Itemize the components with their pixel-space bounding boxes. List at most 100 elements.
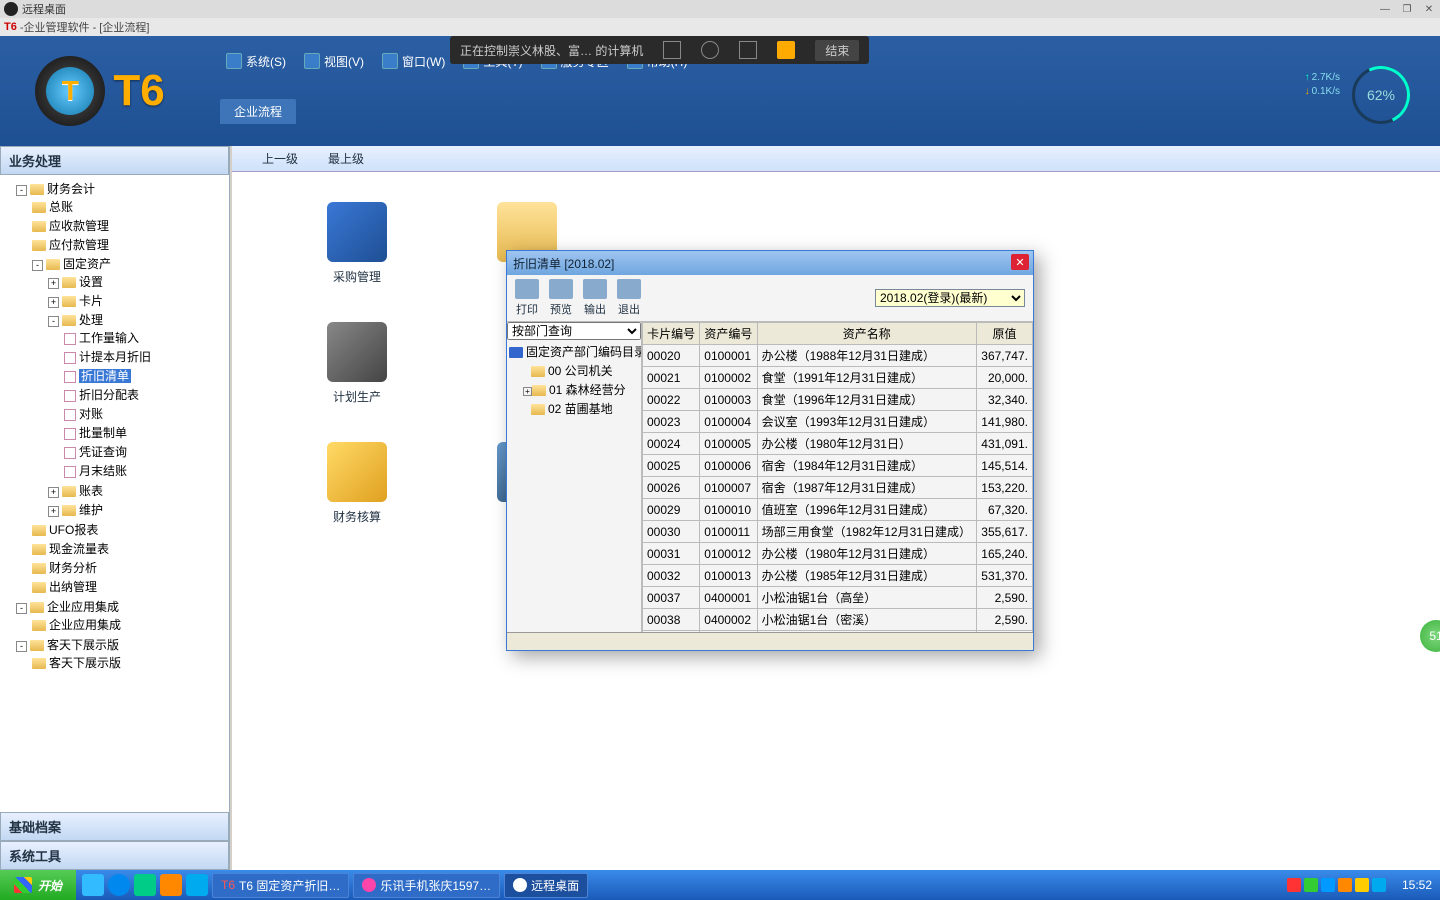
table-row[interactable]: 000370400001小松油锯1台（高垒）2,590.	[643, 587, 1033, 609]
sidebar-head-base[interactable]: 基础档案	[0, 812, 229, 841]
tray-icon[interactable]	[1304, 878, 1318, 892]
shortcut-production[interactable]: 计划生产	[312, 322, 402, 405]
node-recon[interactable]: 对账	[64, 404, 229, 423]
node-batch[interactable]: 批量制单	[64, 423, 229, 442]
logo-icon: T	[46, 67, 94, 115]
table-row[interactable]: 000200100001办公楼（1988年12月31日建成）367,747.	[643, 345, 1033, 367]
shortcut-purchase[interactable]: 采购管理	[312, 202, 402, 285]
col-asset[interactable]: 资产编号	[700, 323, 757, 345]
maximize-icon[interactable]: ❐	[1398, 2, 1416, 16]
node-calc-dep[interactable]: 计提本月折旧	[64, 347, 229, 366]
table-row[interactable]: 000210100002食堂（1991年12月31日建成）20,000.	[643, 367, 1033, 389]
export-button[interactable]: 输出	[583, 279, 607, 317]
quick-launch-3[interactable]	[134, 874, 156, 896]
node-dep-alloc[interactable]: 折旧分配表	[64, 385, 229, 404]
close-icon[interactable]: ✕	[1420, 2, 1438, 16]
node-finanalysis[interactable]: 财务分析	[32, 558, 229, 577]
node-finacc[interactable]: -财务会计 总账 应收款管理 应付款管理 -固定资产 +设置 +卡片 -处理 工…	[16, 179, 229, 597]
tray-icon[interactable]	[1287, 878, 1301, 892]
monitor-icon	[226, 53, 242, 69]
end-session-button[interactable]: 结束	[815, 40, 859, 61]
crumb-up[interactable]: 上一级	[262, 150, 298, 167]
crumb-top[interactable]: 最上级	[328, 150, 364, 167]
tray-icon[interactable]	[1372, 878, 1386, 892]
node-cashflow[interactable]: 现金流量表	[32, 539, 229, 558]
node-fa-cards[interactable]: +卡片	[48, 291, 229, 310]
sidebar-head-biz[interactable]: 业务处理	[0, 146, 229, 175]
sidebar-head-sys[interactable]: 系统工具	[0, 841, 229, 870]
node-fa-process[interactable]: -处理 工作量输入 计提本月折旧 折旧清单 折旧分配表 对账 批量制单 凭证查询	[48, 310, 229, 481]
volume-icon[interactable]	[701, 41, 719, 59]
tab-enterprise-flow[interactable]: 企业流程	[220, 99, 296, 124]
node-demo-child[interactable]: 客天下展示版	[32, 653, 229, 672]
node-month-close[interactable]: 月末结账	[64, 461, 229, 480]
table-row[interactable]: 000290100010值班室（1996年12月31日建成）67,320.	[643, 499, 1033, 521]
col-orig[interactable]: 原值	[977, 323, 1033, 345]
node-demo[interactable]: -客天下展示版 客天下展示版	[16, 635, 229, 673]
dialog-left-panel: 按部门查询 固定资产部门编码目录 00 公司机关 +01 森林经营分 02 苗圃…	[507, 322, 642, 632]
quick-launch-1[interactable]	[82, 874, 104, 896]
task-t6[interactable]: T6T6 固定资产折旧…	[212, 873, 349, 898]
node-cashier[interactable]: 出纳管理	[32, 577, 229, 596]
node-voucher-query[interactable]: 凭证查询	[64, 442, 229, 461]
node-work-input[interactable]: 工作量输入	[64, 328, 229, 347]
preview-button[interactable]: 预览	[549, 279, 573, 317]
table-row[interactable]: 000250100006宿舍（1984年12月31日建成）145,514.	[643, 455, 1033, 477]
node-fa-settings[interactable]: +设置	[48, 272, 229, 291]
period-select[interactable]: 2018.02(登录)(最新)	[875, 289, 1025, 307]
node-maintain[interactable]: +维护	[48, 500, 229, 519]
table-row[interactable]: 000240100005办公楼（1980年12月31日）431,091.	[643, 433, 1033, 455]
fullscreen-icon[interactable]	[663, 41, 681, 59]
dialog-close-button[interactable]: ✕	[1011, 254, 1029, 270]
dialog-titlebar[interactable]: 折旧清单 [2018.02] ✕	[507, 251, 1033, 275]
finance-icon	[327, 442, 387, 502]
node-ar[interactable]: 应收款管理	[32, 216, 229, 235]
table-row[interactable]: 000380400002小松油锯1台（密溪）2,590.	[643, 609, 1033, 631]
table-row[interactable]: 000220100003食堂（1996年12月31日建成）32,340.	[643, 389, 1033, 411]
col-card[interactable]: 卡片编号	[643, 323, 700, 345]
dept-tree-root[interactable]: 固定资产部门编码目录	[509, 342, 639, 361]
table-row[interactable]: 000300100011场部三用食堂（1982年12月31日建成）355,617…	[643, 521, 1033, 543]
windows-icon	[14, 877, 32, 893]
tray-icon[interactable]	[1338, 878, 1352, 892]
node-ufo[interactable]: UFO报表	[32, 520, 229, 539]
node-ei[interactable]: -企业应用集成 企业应用集成	[16, 597, 229, 635]
asset-grid[interactable]: 卡片编号 资产编号 资产名称 原值 000200100001办公楼（1988年1…	[642, 322, 1033, 632]
menu-system[interactable]: 系统(S)	[220, 51, 292, 72]
task-remote-desktop[interactable]: 远程桌面	[504, 873, 588, 898]
node-reports[interactable]: +账表	[48, 481, 229, 500]
quick-launch-4[interactable]	[160, 874, 182, 896]
task-lexun[interactable]: 乐讯手机张庆1597…	[353, 873, 500, 898]
node-gl[interactable]: 总账	[32, 197, 229, 216]
table-row[interactable]: 000320100013办公楼（1985年12月31日建成）531,370.	[643, 565, 1033, 587]
dept-node-01[interactable]: +01 森林经营分	[509, 380, 639, 399]
menu-window[interactable]: 窗口(W)	[376, 51, 451, 72]
shortcut-finance[interactable]: 财务核算	[312, 442, 402, 525]
taskbar-clock[interactable]: 15:52	[1394, 878, 1440, 892]
menu-view[interactable]: 视图(V)	[298, 51, 370, 72]
quick-launch-2[interactable]	[108, 874, 130, 896]
minimize-icon[interactable]: —	[1376, 2, 1394, 16]
start-button[interactable]: 开始	[0, 870, 76, 900]
node-fa[interactable]: -固定资产 +设置 +卡片 -处理 工作量输入 计提本月折旧 折旧清单 折旧分配…	[32, 254, 229, 520]
table-row[interactable]: 000310100012办公楼（1980年12月31日建成）165,240.	[643, 543, 1033, 565]
node-dep-list[interactable]: 折旧清单	[64, 366, 229, 385]
exit-button[interactable]: 退出	[617, 279, 641, 317]
pin-icon[interactable]	[777, 41, 795, 59]
quick-launch-5[interactable]	[186, 874, 208, 896]
table-row[interactable]: 000260100007宿舍（1987年12月31日建成）153,220.	[643, 477, 1033, 499]
col-name[interactable]: 资产名称	[757, 323, 976, 345]
dialog-hscrollbar[interactable]	[507, 632, 1033, 650]
node-ei-child[interactable]: 企业应用集成	[32, 615, 229, 634]
tray-icon[interactable]	[1355, 878, 1369, 892]
tray-icon[interactable]	[1321, 878, 1335, 892]
dept-node-02[interactable]: 02 苗圃基地	[509, 399, 639, 418]
node-ap[interactable]: 应付款管理	[32, 235, 229, 254]
print-button[interactable]: 打印	[515, 279, 539, 317]
production-icon	[327, 322, 387, 382]
printer-icon	[515, 279, 539, 299]
dept-node-00[interactable]: 00 公司机关	[509, 361, 639, 380]
table-row[interactable]: 000230100004会议室（1993年12月31日建成）141,980.	[643, 411, 1033, 433]
query-mode-select[interactable]: 按部门查询	[507, 322, 641, 340]
add-icon[interactable]	[739, 41, 757, 59]
